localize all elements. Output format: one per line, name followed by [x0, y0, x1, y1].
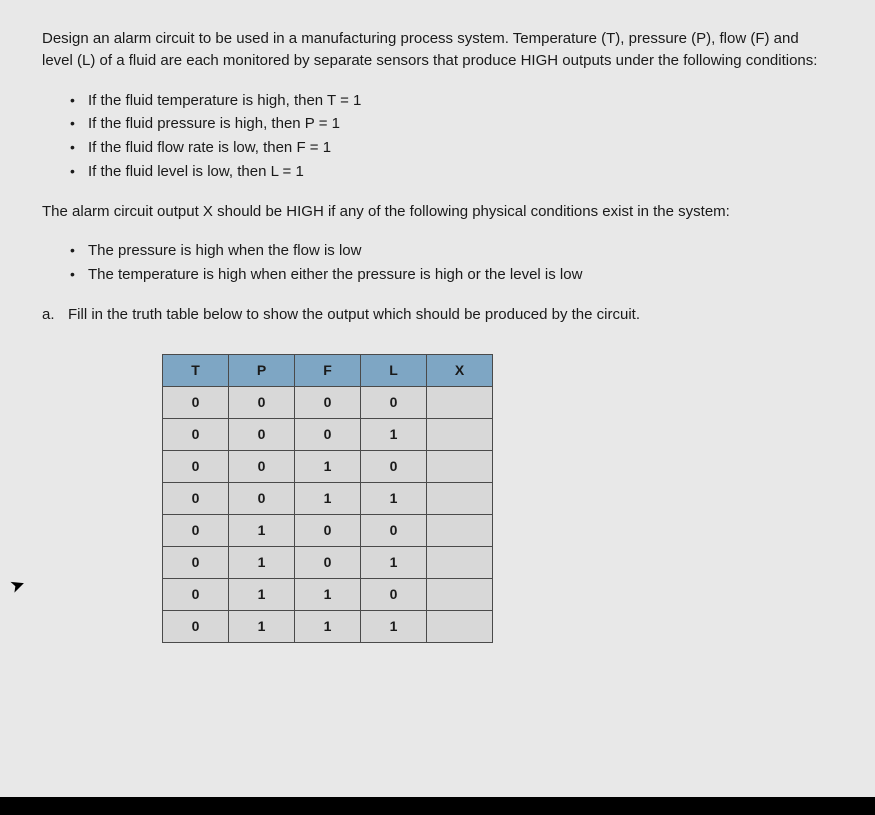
cell: 0: [361, 514, 427, 546]
cell: 1: [295, 578, 361, 610]
cell-x: [427, 610, 493, 642]
cursor-icon: ➤: [6, 570, 29, 600]
task-letter: a.: [42, 304, 68, 326]
cell: 0: [163, 386, 229, 418]
cell: 0: [361, 450, 427, 482]
truth-table: T P F L X 0 0 0 0 0 0 0 1: [162, 354, 493, 643]
alarm-intro-paragraph: The alarm circuit output X should be HIG…: [42, 201, 833, 223]
table-body: 0 0 0 0 0 0 0 1 0 0 1 0 0 0: [163, 386, 493, 642]
header-x: X: [427, 354, 493, 386]
header-t: T: [163, 354, 229, 386]
cell-x: [427, 482, 493, 514]
cell: 0: [163, 482, 229, 514]
cell: 0: [163, 514, 229, 546]
cell: 0: [163, 578, 229, 610]
table-header-row: T P F L X: [163, 354, 493, 386]
table-row: 0 0 0 1: [163, 418, 493, 450]
cell: 0: [229, 386, 295, 418]
condition-item: If the fluid level is low, then L = 1: [70, 161, 833, 183]
table-row: 0 0 1 0: [163, 450, 493, 482]
condition-item: If the fluid temperature is high, then T…: [70, 90, 833, 112]
cell-x: [427, 386, 493, 418]
condition-item: If the fluid flow rate is low, then F = …: [70, 137, 833, 159]
sensor-conditions-list: If the fluid temperature is high, then T…: [70, 90, 833, 183]
task-item: a. Fill in the truth table below to show…: [42, 304, 833, 326]
cell: 1: [229, 610, 295, 642]
cell: 1: [229, 578, 295, 610]
intro-paragraph: Design an alarm circuit to be used in a …: [42, 28, 833, 72]
header-f: F: [295, 354, 361, 386]
cell: 1: [361, 418, 427, 450]
truth-table-wrap: T P F L X 0 0 0 0 0 0 0 1: [162, 354, 833, 643]
cell: 0: [229, 482, 295, 514]
cell: 0: [295, 418, 361, 450]
cell: 0: [295, 546, 361, 578]
header-l: L: [361, 354, 427, 386]
cell: 0: [361, 578, 427, 610]
table-row: 0 1 1 0: [163, 578, 493, 610]
cell-x: [427, 578, 493, 610]
bottom-bar: [0, 797, 875, 815]
cell: 0: [295, 514, 361, 546]
cell: 1: [361, 482, 427, 514]
cell: 1: [229, 514, 295, 546]
cell: 1: [295, 610, 361, 642]
alarm-conditions-list: The pressure is high when the flow is lo…: [70, 240, 833, 286]
cell: 1: [229, 546, 295, 578]
cell: 1: [295, 450, 361, 482]
cell: 0: [229, 418, 295, 450]
cell-x: [427, 450, 493, 482]
cell-x: [427, 546, 493, 578]
alarm-condition-item: The temperature is high when either the …: [70, 264, 833, 286]
condition-item: If the fluid pressure is high, then P = …: [70, 113, 833, 135]
alarm-condition-item: The pressure is high when the flow is lo…: [70, 240, 833, 262]
cell: 1: [295, 482, 361, 514]
cell: 1: [361, 610, 427, 642]
cell-x: [427, 514, 493, 546]
cell: 0: [163, 450, 229, 482]
header-p: P: [229, 354, 295, 386]
cell: 0: [295, 386, 361, 418]
cell: 0: [163, 546, 229, 578]
table-row: 0 1 1 1: [163, 610, 493, 642]
cell: 0: [163, 610, 229, 642]
cell: 0: [163, 418, 229, 450]
cell-x: [427, 418, 493, 450]
table-row: 0 0 0 0: [163, 386, 493, 418]
cell: 0: [361, 386, 427, 418]
table-row: 0 0 1 1: [163, 482, 493, 514]
table-row: 0 1 0 1: [163, 546, 493, 578]
table-row: 0 1 0 0: [163, 514, 493, 546]
cell: 1: [361, 546, 427, 578]
task-text: Fill in the truth table below to show th…: [68, 304, 833, 326]
cell: 0: [229, 450, 295, 482]
